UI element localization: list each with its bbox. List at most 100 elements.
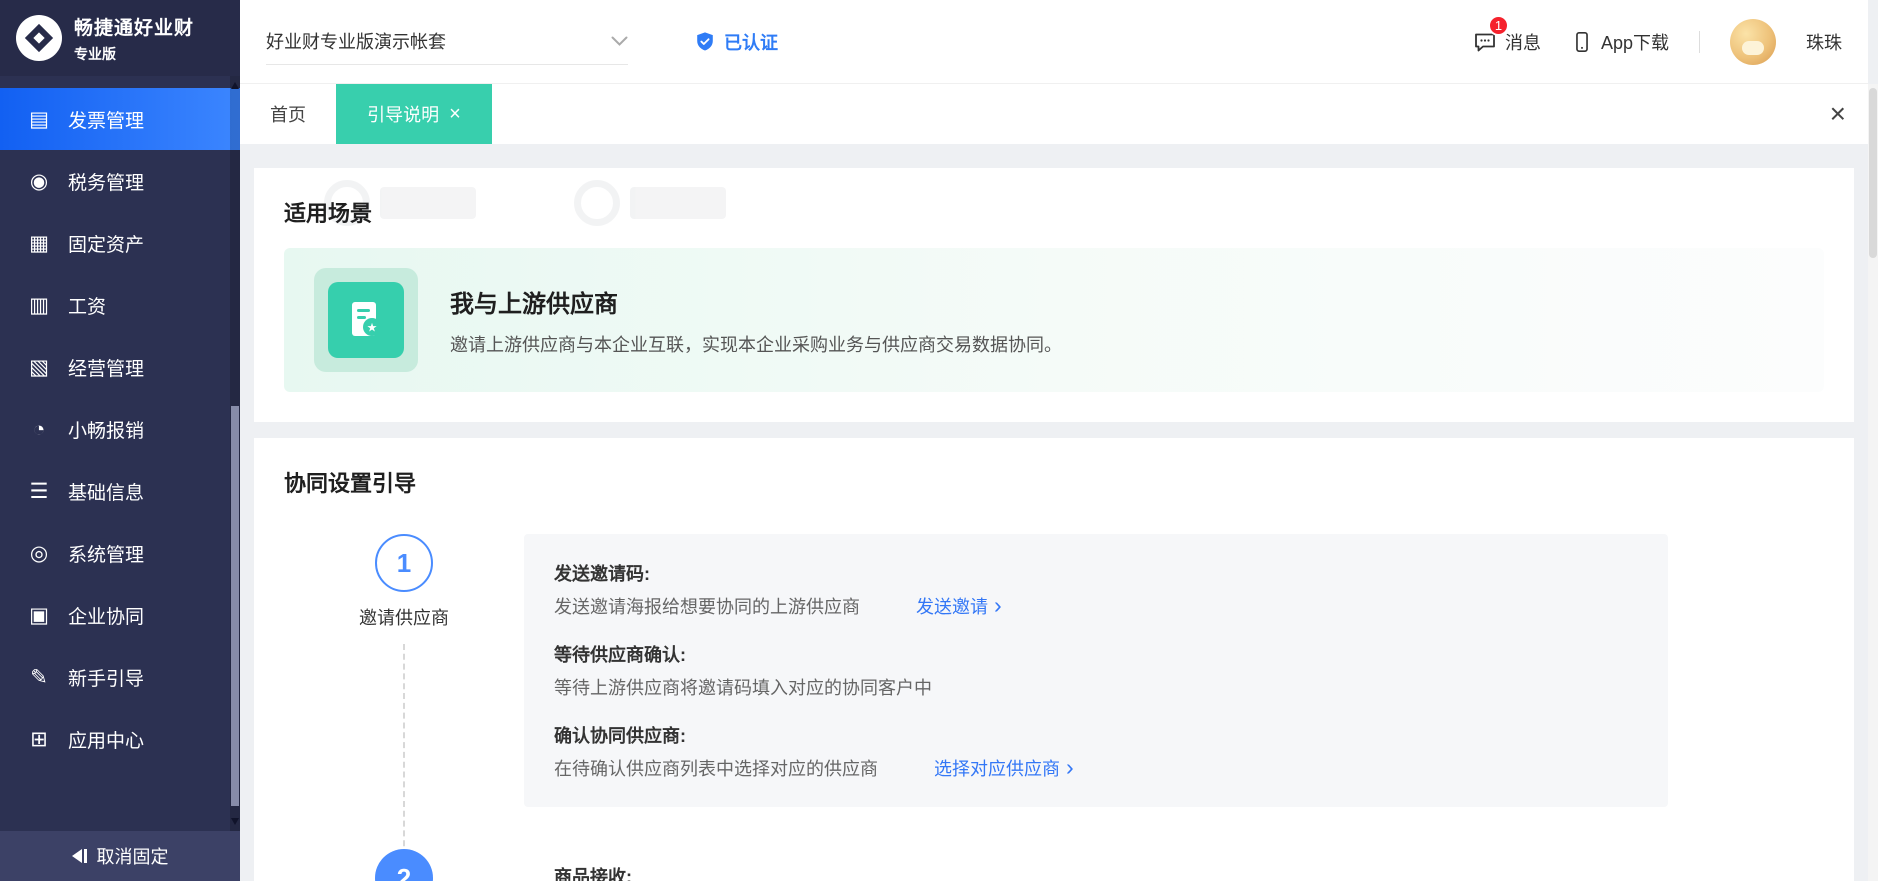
sidebar-item-tax[interactable]: ◉ 税务管理 bbox=[0, 150, 240, 212]
item-title: 等待供应商确认: bbox=[554, 645, 686, 665]
chevron-down-icon bbox=[611, 36, 628, 46]
sidebar-item-label: 工资 bbox=[68, 296, 107, 318]
scroll-up-icon[interactable] bbox=[231, 82, 239, 89]
sidebar-item-label: 税务管理 bbox=[68, 172, 145, 194]
step1-label: 邀请供应商 bbox=[359, 608, 449, 628]
steps: 1 邀请供应商 发送邀请码: 发送邀请海报给想要协同的上游供应商 发送邀请 › … bbox=[284, 534, 1824, 881]
sidebar-item-label: 系统管理 bbox=[68, 544, 145, 566]
step1-item-confirm-supplier: 确认协同供应商: 在待确认供应商列表中选择对应的供应商 选择对应供应商 bbox=[554, 722, 1638, 781]
sidebar-item-label: 应用中心 bbox=[68, 730, 145, 752]
shield-icon bbox=[697, 31, 713, 51]
tab-guide-label: 引导说明 bbox=[367, 105, 440, 125]
reimbursement-icon: ◔ bbox=[32, 417, 46, 441]
section-title-guide: 协同设置引导 bbox=[284, 471, 417, 496]
divider bbox=[1699, 30, 1700, 53]
select-supplier-link[interactable]: 选择对应供应商 bbox=[934, 755, 1074, 781]
app-download-label: App下载 bbox=[1600, 32, 1669, 53]
collapse-icon bbox=[71, 849, 87, 863]
scenario-description: 邀请上游供应商与本企业互联，实现本企业采购业务与供应商交易数据协同。 bbox=[450, 334, 1062, 355]
sidebar-item-label: 基础信息 bbox=[68, 482, 145, 504]
sidebar-item-system[interactable]: ◎ 系统管理 bbox=[0, 522, 240, 584]
scenario-text: 我与上游供应商 邀请上游供应商与本企业互联，实现本企业采购业务与供应商交易数据协… bbox=[450, 284, 1062, 357]
sidebar-item-label: 企业协同 bbox=[68, 606, 145, 628]
sidebar-item-label: 固定资产 bbox=[68, 234, 145, 256]
item-title: 发送邀请码: bbox=[554, 564, 650, 584]
step2-indicator: 2 bbox=[284, 849, 524, 881]
sidebar-scroll-thumb[interactable] bbox=[231, 406, 239, 806]
collaboration-icon: ▣ bbox=[29, 603, 49, 627]
avatar[interactable] bbox=[1730, 18, 1776, 65]
scenario-card: ★ 我与上游供应商 邀请上游供应商与本企业互联，实现本企业采购业务与供应商交易数… bbox=[284, 248, 1824, 392]
tax-icon: ◉ bbox=[29, 169, 49, 193]
close-all-tabs-icon[interactable] bbox=[1830, 100, 1846, 128]
sidebar-item-label: 新手引导 bbox=[68, 668, 145, 690]
supplier-doc-tile: ★ bbox=[314, 268, 418, 372]
step2-item-title: 商品接收: bbox=[554, 867, 632, 881]
account-selector[interactable]: 好业财专业版演示帐套 bbox=[266, 19, 628, 65]
app-download-button[interactable]: App下载 bbox=[1571, 29, 1669, 55]
close-tab-icon[interactable] bbox=[449, 104, 461, 125]
sidebar-item-salary[interactable]: ▥ 工资 bbox=[0, 274, 240, 336]
page-scrollbar[interactable] bbox=[1868, 84, 1878, 881]
fixed-assets-icon: ▦ bbox=[29, 231, 49, 255]
item-title: 确认协同供应商: bbox=[554, 726, 686, 746]
topbar: 好业财专业版演示帐套 已认证 1 消息 App下载 珠珠 bbox=[240, 0, 1868, 84]
messages-label: 消息 bbox=[1504, 32, 1541, 53]
sidebar-item-label: 小畅报销 bbox=[68, 420, 145, 442]
step1-row: 1 邀请供应商 发送邀请码: 发送邀请海报给想要协同的上游供应商 发送邀请 › … bbox=[284, 534, 1824, 807]
sidebar: 畅捷通好业财 专业版 ▤ 发票管理 ◉ 税务管理 ▦ 固定资产 ▥ 工资 ▧ 经… bbox=[0, 0, 240, 881]
sidebar-item-beginner-guide[interactable]: ✎ 新手引导 bbox=[0, 646, 240, 708]
send-invite-link[interactable]: 发送邀请 bbox=[916, 593, 1002, 619]
sidebar-item-app-center[interactable]: ⊞ 应用中心 bbox=[0, 708, 240, 770]
invoice-icon: ▤ bbox=[29, 107, 49, 131]
scenario-title: 我与上游供应商 bbox=[450, 290, 618, 318]
item-desc: 在待确认供应商列表中选择对应的供应商 bbox=[554, 759, 878, 779]
sidebar-item-collaboration[interactable]: ▣ 企业协同 bbox=[0, 584, 240, 646]
logo-title: 畅捷通好业财 bbox=[74, 17, 195, 39]
logo-text: 畅捷通好业财 专业版 bbox=[74, 13, 194, 64]
sidebar-item-operations[interactable]: ▧ 经营管理 bbox=[0, 336, 240, 398]
step1-circle: 1 bbox=[375, 534, 433, 592]
sidebar-item-invoice[interactable]: ▤ 发票管理 bbox=[0, 88, 240, 150]
scroll-down-icon[interactable] bbox=[231, 818, 239, 825]
step1-item-send-code: 发送邀请码: 发送邀请海报给想要协同的上游供应商 发送邀请 bbox=[554, 560, 1638, 619]
sidebar-item-fixed-assets[interactable]: ▦ 固定资产 bbox=[0, 212, 240, 274]
step1-indicator: 1 邀请供应商 bbox=[284, 534, 524, 807]
system-icon: ◎ bbox=[29, 541, 49, 565]
chevron-right-icon bbox=[988, 594, 1002, 618]
step1-item-wait-confirm: 等待供应商确认: 等待上游供应商将邀请码填入对应的协同客户中 bbox=[554, 641, 1638, 700]
tab-bar: 首页 引导说明 bbox=[240, 84, 1868, 144]
sidebar-scrollbar[interactable] bbox=[230, 76, 240, 831]
operations-icon: ▧ bbox=[29, 355, 49, 379]
step2-row: 2 商品接收: bbox=[284, 849, 1824, 881]
basic-info-icon: ☰ bbox=[29, 479, 49, 503]
certified-label: 已认证 bbox=[724, 32, 778, 53]
app-logo: 畅捷通好业财 专业版 bbox=[0, 0, 240, 76]
phone-icon bbox=[1576, 31, 1588, 52]
topbar-actions: 1 消息 App下载 珠珠 bbox=[1473, 14, 1842, 65]
item-desc: 发送邀请海报给想要协同的上游供应商 bbox=[554, 597, 860, 617]
app-center-icon: ⊞ bbox=[30, 727, 48, 751]
unpin-button[interactable]: 取消固定 bbox=[0, 831, 240, 881]
username[interactable]: 珠珠 bbox=[1806, 29, 1842, 55]
messages-count-badge: 1 bbox=[1487, 14, 1509, 36]
tab-home-label: 首页 bbox=[270, 105, 306, 125]
sidebar-item-label: 发票管理 bbox=[68, 110, 145, 132]
tab-guide[interactable]: 引导说明 bbox=[336, 84, 492, 144]
tab-home[interactable]: 首页 bbox=[240, 84, 336, 144]
scenario-section: 适用场景 ★ 我与上游供应商 邀请上游供应商与本企业互联，实现本企业采购业务与供… bbox=[254, 168, 1854, 422]
salary-icon: ▥ bbox=[29, 293, 49, 317]
document-star-icon: ★ bbox=[328, 282, 404, 358]
main-content: 适用场景 ★ 我与上游供应商 邀请上游供应商与本企业互联，实现本企业采购业务与供… bbox=[240, 144, 1868, 881]
item-desc: 等待上游供应商将邀请码填入对应的协同客户中 bbox=[554, 678, 932, 698]
step1-content: 发送邀请码: 发送邀请海报给想要协同的上游供应商 发送邀请 等待供应商确认: bbox=[524, 534, 1668, 807]
messages-button[interactable]: 1 消息 bbox=[1473, 14, 1541, 55]
section-title-scenarios: 适用场景 bbox=[284, 201, 373, 226]
sidebar-item-label: 经营管理 bbox=[68, 358, 145, 380]
logo-diamond-icon bbox=[24, 23, 54, 53]
logo-icon bbox=[16, 15, 62, 61]
sidebar-item-reimbursement[interactable]: ◔ 小畅报销 bbox=[0, 398, 240, 460]
sidebar-item-basic-info[interactable]: ☰ 基础信息 bbox=[0, 460, 240, 522]
certified-badge: 已认证 bbox=[694, 29, 778, 55]
page-scroll-thumb[interactable] bbox=[1869, 88, 1877, 258]
